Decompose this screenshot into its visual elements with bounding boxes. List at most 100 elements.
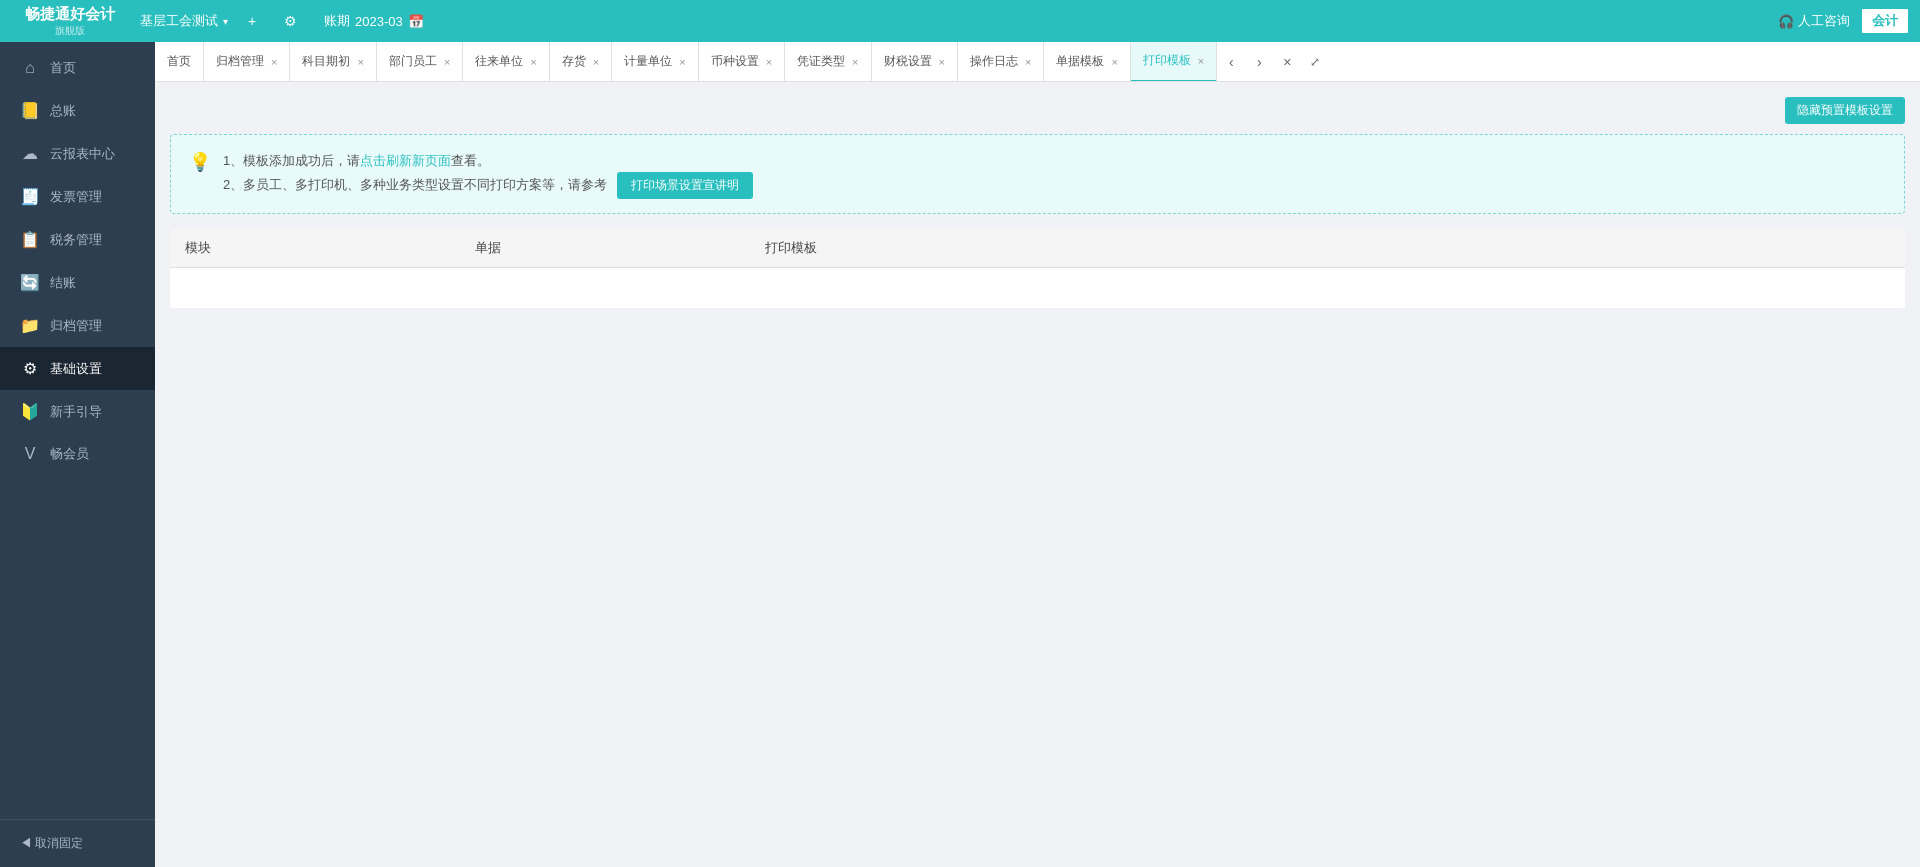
sidebar-label-guide: 新手引导 [50,403,102,421]
tab-close-archive-mgmt[interactable]: × [271,56,277,68]
period-value: 2023-03 [355,14,403,29]
sidebar-footer-unpin[interactable]: ◀ 取消固定 [0,819,155,867]
tab-label-home: 首页 [167,53,191,70]
logo-area: 畅捷通好会计 旗舰版 [10,5,130,38]
logo-title: 畅捷通好会计 [25,5,115,24]
tab-close-dept-staff[interactable]: × [444,56,450,68]
table-body-empty [170,268,1905,308]
sidebar-item-guide[interactable]: 🔰 新手引导 [0,390,155,433]
th-single: 单据 [460,229,750,267]
home-icon: ⌂ [20,59,40,77]
tab-label-subject-init: 科目期初 [302,53,350,70]
tab-print-template[interactable]: 打印模板 × [1131,42,1217,82]
sidebar-label-report: 云报表中心 [50,145,115,163]
tab-label-single-template: 单据模板 [1056,53,1104,70]
print-scene-button[interactable]: 打印场景设置宣讲明 [617,172,753,199]
sidebar-item-checkout[interactable]: 🔄 结账 [0,261,155,304]
tab-nav-prev[interactable]: ‹ [1217,42,1245,82]
tab-subject-init[interactable]: 科目期初 × [290,42,376,82]
sidebar-item-report[interactable]: ☁ 云报表中心 [0,132,155,175]
gear-icon: ⚙ [20,359,40,378]
company-name: 基层工会测试 [140,12,218,30]
tab-unit[interactable]: 计量单位 × [612,42,698,82]
tab-label-tax-settings: 财税设置 [884,53,932,70]
tab-label-operation-log: 操作日志 [970,53,1018,70]
period-info: 账期 2023-03 📅 [324,12,424,30]
sidebar-item-archive[interactable]: 📁 归档管理 [0,304,155,347]
main-area: ⌂ 首页 📒 总账 ☁ 云报表中心 🧾 发票管理 📋 税务管理 [0,42,1920,867]
company-selector[interactable]: 基层工会测试 ▾ [140,12,228,30]
page-content: 隐藏预置模板设置 💡 1、模板添加成功后，请点击刷新新页面查看。 2、多员工、多… [155,82,1920,867]
tab-home[interactable]: 首页 [155,42,204,82]
top-bar: 畅捷通好会计 旗舰版 基层工会测试 ▾ + ⚙ 账期 2023-03 📅 🎧 人… [0,0,1920,42]
sidebar-label-ledger: 总账 [50,102,76,120]
tab-label-unit: 计量单位 [624,53,672,70]
tab-close-unit[interactable]: × [679,56,685,68]
notice-box: 💡 1、模板添加成功后，请点击刷新新页面查看。 2、多员工、多打印机、多种业务类… [170,134,1905,214]
tab-expand[interactable]: ⤢ [1301,42,1329,82]
calendar-icon[interactable]: 📅 [408,14,424,29]
unpin-label: ◀ 取消固定 [20,835,83,852]
tab-label-archive-mgmt: 归档管理 [216,53,264,70]
tab-close-print-template[interactable]: × [1198,55,1204,67]
th-single-label: 单据 [475,240,501,255]
notice-refresh-link[interactable]: 点击刷新新页面 [360,153,451,168]
tab-nav-next[interactable]: › [1245,42,1273,82]
notice-line-1: 1、模板添加成功后，请点击刷新新页面查看。 [223,149,1886,172]
tab-bar: 首页 归档管理 × 科目期初 × 部门员工 × 往来单位 × [155,42,1920,82]
bulb-icon: 💡 [189,151,211,199]
tab-inventory[interactable]: 存货 × [550,42,612,82]
tab-dept-staff[interactable]: 部门员工 × [377,42,463,82]
tab-close-subject-init[interactable]: × [357,56,363,68]
sidebar-label-member: 畅会员 [50,445,89,463]
archive-icon: 📁 [20,316,40,335]
invoice-icon: 🧾 [20,187,40,206]
tab-close-inventory[interactable]: × [593,56,599,68]
tab-close-voucher-type[interactable]: × [852,56,858,68]
tab-close-currency[interactable]: × [766,56,772,68]
guide-icon: 🔰 [20,402,40,421]
tax-icon: 📋 [20,230,40,249]
tab-operation-log[interactable]: 操作日志 × [958,42,1044,82]
tab-voucher-type[interactable]: 凭证类型 × [785,42,871,82]
headset-icon: 🎧 [1778,14,1794,29]
tab-close-tax-settings[interactable]: × [939,56,945,68]
sidebar-item-settings[interactable]: ⚙ 基础设置 [0,347,155,390]
tab-label-print-template: 打印模板 [1143,52,1191,69]
notice-line1-suffix: 查看。 [451,153,490,168]
chevron-down-icon: ▾ [223,16,228,27]
sidebar-item-ledger[interactable]: 📒 总账 [0,89,155,132]
sidebar-item-invoice[interactable]: 🧾 发票管理 [0,175,155,218]
account-button[interactable]: 会计 [1860,7,1910,35]
notice-line-2: 2、多员工、多打印机、多种业务类型设置不同打印方案等，请参考 打印场景设置宣讲明 [223,172,1886,199]
th-template-label: 打印模板 [765,240,817,255]
service-button[interactable]: 🎧 人工咨询 [1778,12,1850,30]
tab-label-dept-staff: 部门员工 [389,53,437,70]
tab-close-operation-log[interactable]: × [1025,56,1031,68]
content-area: 首页 归档管理 × 科目期初 × 部门员工 × 往来单位 × [155,42,1920,867]
sidebar-label-settings: 基础设置 [50,360,102,378]
add-tab-button[interactable]: + [238,7,266,35]
tab-close-single-template[interactable]: × [1111,56,1117,68]
tab-archive-mgmt[interactable]: 归档管理 × [204,42,290,82]
checkout-icon: 🔄 [20,273,40,292]
sidebar-label-tax: 税务管理 [50,231,102,249]
sidebar-nav: ⌂ 首页 📒 总账 ☁ 云报表中心 🧾 发票管理 📋 税务管理 [0,42,155,819]
settings-icon[interactable]: ⚙ [276,7,304,35]
tab-tax-settings[interactable]: 财税设置 × [872,42,958,82]
table-header: 模块 单据 打印模板 [170,229,1905,268]
sidebar-item-tax[interactable]: 📋 税务管理 [0,218,155,261]
sidebar-item-member[interactable]: V 畅会员 [0,433,155,475]
tab-close-counterpart[interactable]: × [530,56,536,68]
tab-close-all[interactable]: × [1273,42,1301,82]
tab-counterpart[interactable]: 往来单位 × [463,42,549,82]
th-module-label: 模块 [185,240,211,255]
sidebar: ⌂ 首页 📒 总账 ☁ 云报表中心 🧾 发票管理 📋 税务管理 [0,42,155,867]
sidebar-item-home[interactable]: ⌂ 首页 [0,47,155,89]
hide-template-button[interactable]: 隐藏预置模板设置 [1785,97,1905,124]
tab-currency[interactable]: 币种设置 × [699,42,785,82]
tab-label-counterpart: 往来单位 [475,53,523,70]
th-template: 打印模板 [750,229,1905,267]
tab-single-template[interactable]: 单据模板 × [1044,42,1130,82]
data-table: 模块 单据 打印模板 [170,229,1905,308]
